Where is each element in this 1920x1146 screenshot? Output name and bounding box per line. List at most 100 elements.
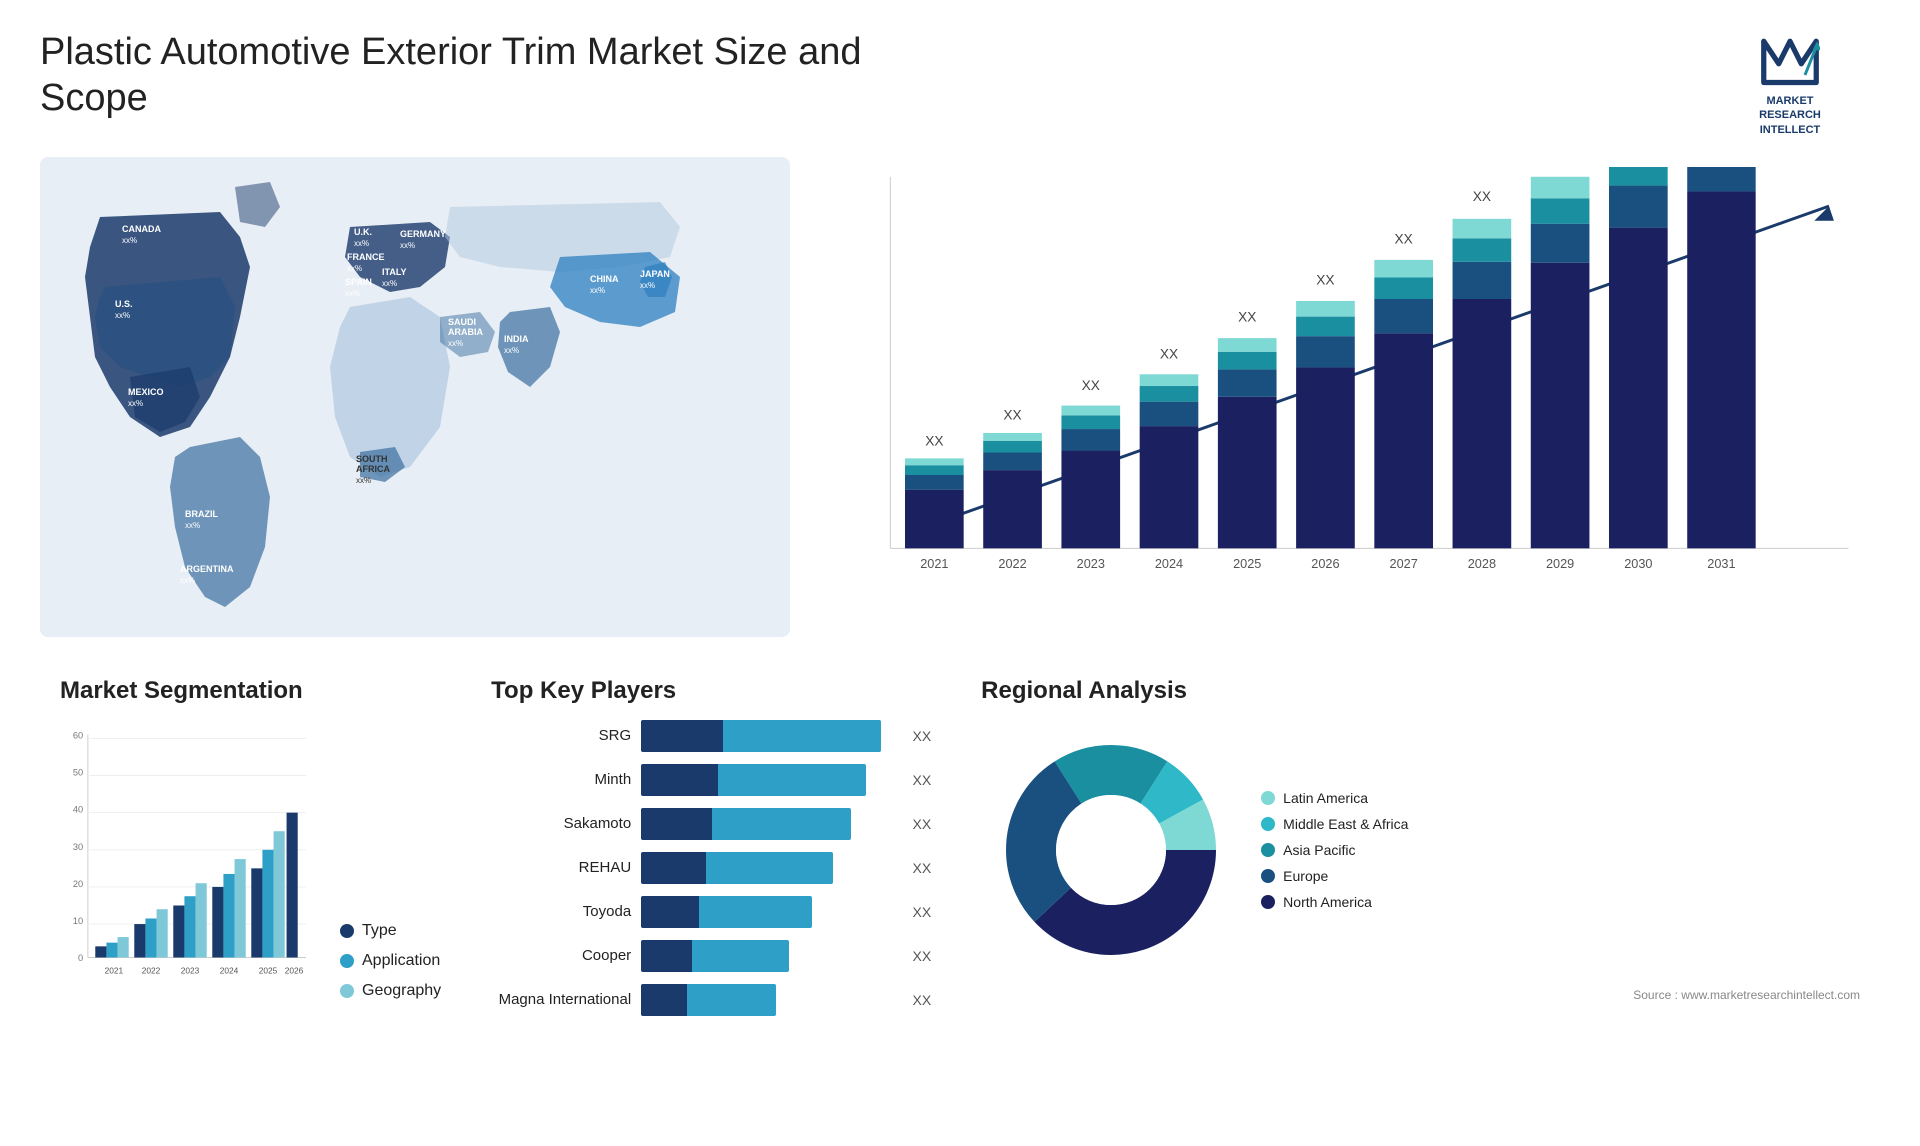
svg-text:2030: 2030 bbox=[1624, 556, 1652, 571]
svg-text:SPAIN: SPAIN bbox=[345, 277, 372, 287]
legend-application: Application bbox=[340, 952, 441, 970]
svg-text:20: 20 bbox=[73, 879, 83, 889]
svg-text:XX: XX bbox=[1238, 309, 1256, 324]
player-row-rehau: REHAU XX bbox=[491, 852, 931, 884]
player-row-minth: Minth XX bbox=[491, 764, 931, 796]
regional-content: Latin America Middle East & Africa Asia … bbox=[981, 720, 1860, 980]
player-name-sakamoto: Sakamoto bbox=[491, 815, 631, 832]
svg-text:MEXICO: MEXICO bbox=[128, 387, 164, 397]
svg-text:xx%: xx% bbox=[354, 239, 369, 248]
logo-icon bbox=[1760, 30, 1820, 90]
latin-label: Latin America bbox=[1283, 790, 1368, 806]
svg-text:xx%: xx% bbox=[180, 576, 195, 585]
svg-text:40: 40 bbox=[73, 805, 83, 815]
reg-legend-europe: Europe bbox=[1261, 868, 1408, 884]
legend-type: Type bbox=[340, 922, 441, 940]
svg-text:2024: 2024 bbox=[220, 965, 239, 975]
player-bar-magna bbox=[641, 984, 896, 1016]
svg-text:60: 60 bbox=[73, 730, 83, 740]
svg-text:2022: 2022 bbox=[142, 965, 161, 975]
application-label: Application bbox=[362, 952, 440, 970]
svg-text:U.K.: U.K. bbox=[354, 227, 372, 237]
player-row-toyoda: Toyoda XX bbox=[491, 896, 931, 928]
segmentation-title: Market Segmentation bbox=[60, 677, 441, 705]
svg-text:XX: XX bbox=[1003, 407, 1021, 422]
player-name-rehau: REHAU bbox=[491, 859, 631, 876]
logo-text: MARKETRESEARCHINTELLECT bbox=[1759, 94, 1821, 137]
svg-text:2023: 2023 bbox=[1077, 556, 1105, 571]
source-text: Source : www.marketresearchintellect.com bbox=[981, 988, 1860, 1002]
svg-text:U.S.: U.S. bbox=[115, 299, 133, 309]
svg-text:SOUTH: SOUTH bbox=[356, 454, 388, 464]
player-bar-rehau bbox=[641, 852, 896, 884]
svg-text:xx%: xx% bbox=[122, 236, 137, 245]
segmentation-chart: 60 50 40 30 20 10 0 2021 bbox=[60, 720, 320, 1000]
regional-legend: Latin America Middle East & Africa Asia … bbox=[1261, 790, 1408, 910]
svg-text:2026: 2026 bbox=[285, 965, 304, 975]
svg-text:INDIA: INDIA bbox=[504, 334, 529, 344]
svg-text:0: 0 bbox=[78, 953, 83, 963]
svg-text:2027: 2027 bbox=[1390, 556, 1418, 571]
north-america-label: North America bbox=[1283, 894, 1372, 910]
svg-text:2023: 2023 bbox=[181, 965, 200, 975]
svg-text:XX: XX bbox=[1316, 272, 1334, 287]
svg-text:xx%: xx% bbox=[356, 476, 371, 485]
top-row: CANADA xx% U.S. xx% MEXICO xx% BRAZIL xx… bbox=[40, 157, 1880, 637]
svg-text:AFRICA: AFRICA bbox=[356, 464, 390, 474]
svg-text:JAPAN: JAPAN bbox=[640, 269, 670, 279]
svg-text:2028: 2028 bbox=[1468, 556, 1496, 571]
player-bar-toyoda bbox=[641, 896, 896, 928]
svg-text:ARABIA: ARABIA bbox=[448, 327, 483, 337]
player-val-magna: XX bbox=[912, 992, 931, 1008]
regional-section: Regional Analysis bbox=[961, 667, 1880, 1047]
player-row-srg: SRG XX bbox=[491, 720, 931, 752]
svg-text:30: 30 bbox=[73, 842, 83, 852]
svg-text:xx%: xx% bbox=[185, 521, 200, 530]
svg-text:50: 50 bbox=[73, 767, 83, 777]
player-val-minth: XX bbox=[912, 772, 931, 788]
player-bar-minth bbox=[641, 764, 896, 796]
regional-title: Regional Analysis bbox=[981, 677, 1860, 705]
player-val-toyoda: XX bbox=[912, 904, 931, 920]
europe-label: Europe bbox=[1283, 868, 1328, 884]
svg-text:BRAZIL: BRAZIL bbox=[185, 509, 218, 519]
player-bar-sakamoto bbox=[641, 808, 896, 840]
player-bar-cooper bbox=[641, 940, 896, 972]
type-label: Type bbox=[362, 922, 397, 940]
svg-text:xx%: xx% bbox=[345, 289, 360, 298]
svg-text:SAUDI: SAUDI bbox=[448, 317, 476, 327]
svg-text:ITALY: ITALY bbox=[382, 267, 407, 277]
svg-text:xx%: xx% bbox=[448, 339, 463, 348]
svg-text:2022: 2022 bbox=[998, 556, 1026, 571]
svg-text:10: 10 bbox=[73, 916, 83, 926]
svg-text:XX: XX bbox=[1395, 231, 1413, 246]
type-dot bbox=[340, 924, 354, 938]
player-name-toyoda: Toyoda bbox=[491, 903, 631, 920]
player-bar-srg bbox=[641, 720, 896, 752]
geography-label: Geography bbox=[362, 982, 441, 1000]
geography-dot bbox=[340, 984, 354, 998]
player-name-srg: SRG bbox=[491, 727, 631, 744]
svg-text:2031: 2031 bbox=[1707, 556, 1735, 571]
svg-text:xx%: xx% bbox=[590, 286, 605, 295]
svg-text:2024: 2024 bbox=[1155, 556, 1183, 571]
svg-text:xx%: xx% bbox=[640, 281, 655, 290]
svg-text:CHINA: CHINA bbox=[590, 274, 619, 284]
svg-text:ARGENTINA: ARGENTINA bbox=[180, 564, 234, 574]
svg-text:xx%: xx% bbox=[400, 241, 415, 250]
svg-text:2026: 2026 bbox=[1311, 556, 1339, 571]
donut-chart bbox=[981, 720, 1241, 980]
players-section: Top Key Players SRG XX Minth XX Sa bbox=[461, 667, 961, 1047]
player-val-srg: XX bbox=[912, 728, 931, 744]
svg-text:xx%: xx% bbox=[504, 346, 519, 355]
world-map: CANADA xx% U.S. xx% MEXICO xx% BRAZIL xx… bbox=[40, 157, 790, 637]
svg-text:XX: XX bbox=[925, 434, 943, 449]
page-title: Plastic Automotive Exterior Trim Market … bbox=[40, 30, 940, 121]
players-title: Top Key Players bbox=[491, 677, 931, 705]
player-row-cooper: Cooper XX bbox=[491, 940, 931, 972]
player-val-cooper: XX bbox=[912, 948, 931, 964]
svg-text:XX: XX bbox=[1551, 167, 1569, 170]
mea-dot bbox=[1261, 817, 1275, 831]
svg-text:xx%: xx% bbox=[128, 399, 143, 408]
latin-dot bbox=[1261, 791, 1275, 805]
